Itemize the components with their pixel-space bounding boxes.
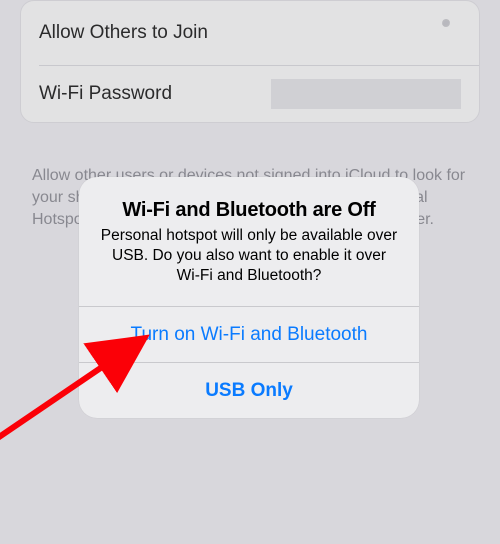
- alert-dialog: Wi-Fi and Bluetooth are Off Personal hot…: [79, 177, 419, 418]
- usb-only-button[interactable]: USB Only: [79, 363, 419, 418]
- turn-on-wifi-bluetooth-button[interactable]: Turn on Wi-Fi and Bluetooth: [79, 307, 419, 362]
- alert-title: Wi-Fi and Bluetooth are Off: [99, 199, 399, 222]
- alert-message: Personal hotspot will only be available …: [99, 226, 399, 286]
- alert-body: Wi-Fi and Bluetooth are Off Personal hot…: [79, 177, 419, 306]
